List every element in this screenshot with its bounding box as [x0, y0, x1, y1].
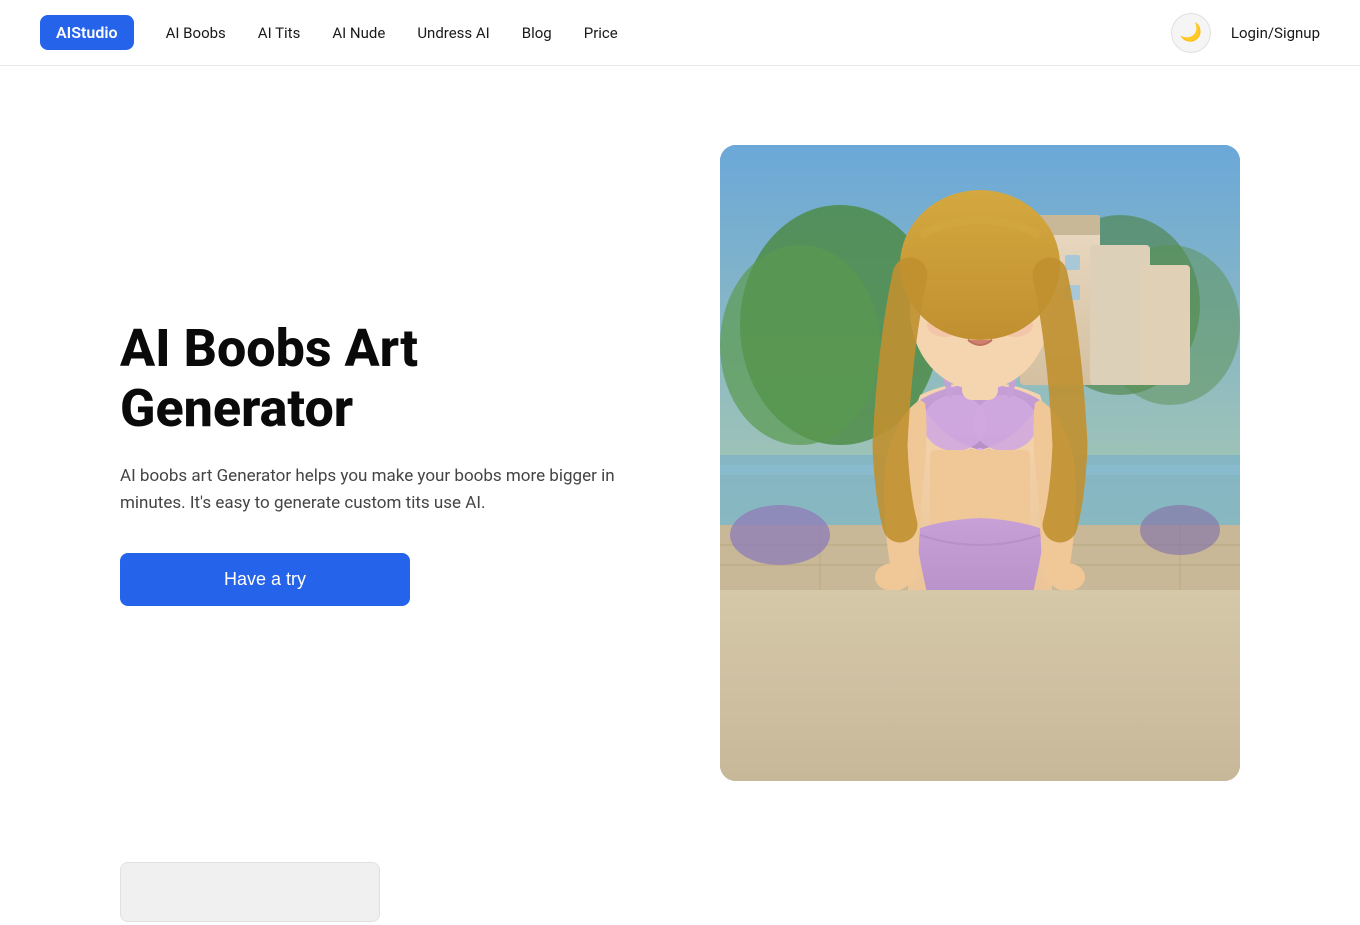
login-signup-button[interactable]: Login/Signup	[1231, 24, 1320, 42]
hero-title: AI Boobs Art Generator	[120, 319, 640, 439]
nav-right: 🌙 Login/Signup	[1171, 13, 1320, 53]
hero-content: AI Boobs Art Generator AI boobs art Gene…	[120, 319, 640, 606]
nav-link-ai-boobs[interactable]: AI Boobs	[166, 24, 226, 42]
nav-link-ai-tits[interactable]: AI Tits	[258, 24, 301, 42]
hero-section: AI Boobs Art Generator AI boobs art Gene…	[0, 66, 1360, 859]
nav-links: AI Boobs AI Tits AI Nude Undress AI Blog…	[166, 24, 1163, 42]
nav-link-undress-ai[interactable]: Undress AI	[417, 24, 489, 42]
nav-link-price[interactable]: Price	[584, 24, 618, 42]
cta-button[interactable]: Have a try	[120, 553, 410, 606]
bottom-preview-card	[120, 862, 380, 922]
nav-link-ai-nude[interactable]: AI Nude	[332, 24, 385, 42]
hero-image-placeholder	[720, 145, 1240, 781]
hero-image-wrapper	[720, 145, 1240, 781]
hero-image	[720, 145, 1240, 781]
dark-mode-toggle[interactable]: 🌙	[1171, 13, 1211, 53]
bottom-section	[0, 859, 1360, 925]
hero-illustration	[720, 145, 1240, 781]
hero-description: AI boobs art Generator helps you make yo…	[120, 463, 640, 517]
navbar: AIStudio AI Boobs AI Tits AI Nude Undres…	[0, 0, 1360, 66]
brand-logo[interactable]: AIStudio	[40, 15, 134, 50]
moon-icon: 🌙	[1180, 22, 1202, 43]
nav-link-blog[interactable]: Blog	[522, 24, 552, 42]
